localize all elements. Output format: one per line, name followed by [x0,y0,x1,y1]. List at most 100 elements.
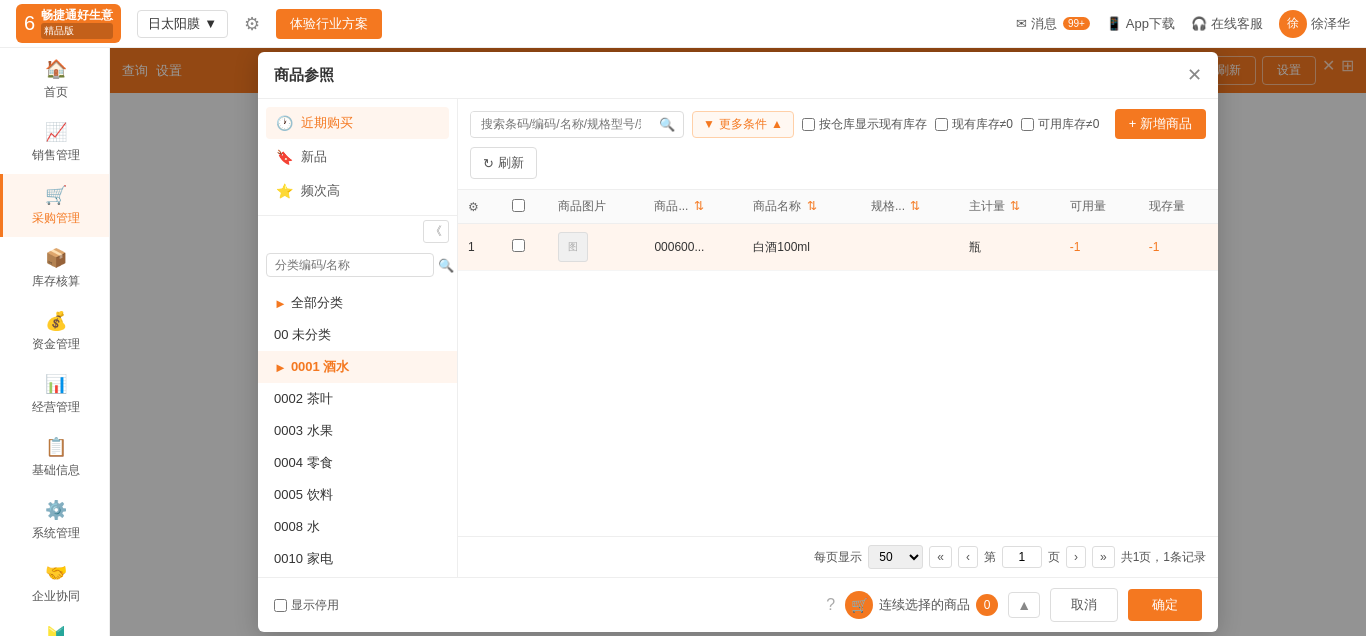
basic-icon: 📋 [45,436,67,458]
warehouse-filter[interactable]: 按仓库显示现有库存 [802,116,927,133]
stock-checkbox[interactable] [935,118,948,131]
sidebar-item-guide[interactable]: 🔰 新手引导 [0,615,109,636]
col-unit-label: 主计量 [969,199,1005,213]
table-settings-icon[interactable]: ⚙ [468,200,479,214]
trial-button[interactable]: 体验行业方案 [276,9,382,39]
sidebar-item-operations[interactable]: 📊 经营管理 [0,363,109,426]
category-0004[interactable]: 0004 零食 [258,447,457,479]
collapse-button[interactable]: 《 [423,220,449,243]
filter-arrow: ▲ [771,117,783,131]
confirm-button[interactable]: 确定 [1128,589,1202,621]
home-icon: 🏠 [45,58,67,80]
prev-page-button[interactable]: ‹ [958,546,978,568]
col-code-label: 商品... [654,199,688,213]
category-name-0005: 0005 饮料 [274,486,333,504]
store-selector[interactable]: 日太阳膜 ▼ [137,10,228,38]
sidebar-label-sales: 销售管理 [32,147,80,164]
page-number-input[interactable] [1002,546,1042,568]
first-page-button[interactable]: « [929,546,952,568]
store-name: 日太阳膜 [148,15,200,33]
cell-name: 白酒100ml [743,224,861,271]
guide-icon: 🔰 [45,625,67,636]
tab-recent-purchase[interactable]: 🕐 近期购买 [266,107,449,139]
stock-filter[interactable]: 现有库存≠0 [935,116,1013,133]
cell-checkbox[interactable] [502,224,549,271]
sidebar-item-collab[interactable]: 🤝 企业协同 [0,552,109,615]
tab-frequent[interactable]: ⭐ 频次高 [266,175,449,207]
sidebar-item-purchase[interactable]: 🛒 采购管理 [0,174,109,237]
sidebar-item-home[interactable]: 🏠 首页 [0,48,109,111]
category-00[interactable]: 00 未分类 [258,319,457,351]
show-disabled-checkbox[interactable] [274,599,287,612]
nav-service[interactable]: 🎧 在线客服 [1191,15,1263,33]
modal-title: 商品参照 [274,66,334,85]
category-name-0004: 0004 零食 [274,454,333,472]
table-row[interactable]: 1 图 000600... 白酒100ml [458,224,1218,271]
top-nav: 6 畅捷通好生意 精品版 日太阳膜 ▼ ⚙ 体验行业方案 ✉ 消息 99+ 📱 … [0,0,1366,48]
sidebar-item-inventory[interactable]: 📦 库存核算 [0,237,109,300]
warehouse-checkbox[interactable] [802,118,815,131]
page-size-select[interactable]: 10 20 50 100 [868,545,923,569]
category-all[interactable]: ► 全部分类 [258,287,457,319]
category-0010[interactable]: 0010 家电 [258,543,457,569]
logo-text: 畅捷通好生意 [41,8,113,22]
more-filter-button[interactable]: ▼ 更多条件 ▲ [692,111,794,138]
modal-header: 商品参照 ✕ [258,52,1218,99]
category-0005[interactable]: 0005 饮料 [258,479,457,511]
cancel-button[interactable]: 取消 [1050,588,1118,622]
cart-icon[interactable]: 🛒 [845,591,873,619]
sidebar-item-basic[interactable]: 📋 基础信息 [0,426,109,489]
show-disabled-option[interactable]: 显示停用 [274,597,339,614]
sidebar-label-operations: 经营管理 [32,399,80,416]
available-checkbox[interactable] [1021,118,1034,131]
logo-badge: 精品版 [41,23,113,39]
toolbar: 🔍 ▼ 更多条件 ▲ 按仓库显示现有库存 [458,99,1218,190]
col-spec[interactable]: 规格... ⇅ [861,190,959,224]
col-available: 可用量 [1060,190,1139,224]
purchase-icon: 🛒 [45,184,67,206]
refresh-button[interactable]: ↻ 刷新 [470,147,537,179]
category-0008[interactable]: 0008 水 [258,511,457,543]
col-name[interactable]: 商品名称 ⇅ [743,190,861,224]
help-icon[interactable]: ? [826,596,835,614]
settings-button[interactable]: ⚙ [236,8,268,40]
col-stock-label: 现存量 [1149,199,1185,213]
sidebar-label-basic: 基础信息 [32,462,80,479]
category-search-icon[interactable]: 🔍 [438,258,454,273]
modal-close-button[interactable]: ✕ [1187,64,1202,86]
next-page-button[interactable]: › [1066,546,1086,568]
category-0003[interactable]: 0003 水果 [258,415,457,447]
content-area: 查询 设置 查询 刷新 设置 ✕ ⊞ 商品参照 ✕ [110,48,1366,636]
cart-label: 连续选择的商品 [879,596,970,614]
sidebar-item-system[interactable]: ⚙️ 系统管理 [0,489,109,552]
user-menu[interactable]: 徐 徐泽华 [1279,10,1350,38]
sidebar-label-inventory: 库存核算 [32,273,80,290]
filter-label: 更多条件 [719,116,767,133]
page-suffix: 页 [1048,549,1060,566]
page-size-label: 每页显示 [814,549,862,566]
col-spec-label: 规格... [871,199,905,213]
nav-message[interactable]: ✉ 消息 99+ [1016,15,1090,33]
select-all-checkbox[interactable] [512,199,525,212]
sidebar-item-sales[interactable]: 📈 销售管理 [0,111,109,174]
row-checkbox[interactable] [512,239,525,252]
left-panel: 🕐 近期购买 🔖 新品 ⭐ 频次高 [258,99,458,577]
category-search-input[interactable] [266,253,434,277]
sidebar-item-finance[interactable]: 💰 资金管理 [0,300,109,363]
col-code[interactable]: 商品... ⇅ [644,190,743,224]
nav-app-download[interactable]: 📱 App下载 [1106,15,1175,33]
tab-new-product[interactable]: 🔖 新品 [266,141,449,173]
add-product-button[interactable]: + 新增商品 [1115,109,1206,139]
available-filter[interactable]: 可用库存≠0 [1021,116,1099,133]
main-layout: 🏠 首页 📈 销售管理 🛒 采购管理 📦 库存核算 💰 资金管理 📊 经营管理 … [0,48,1366,636]
col-unit[interactable]: 主计量 ⇅ [959,190,1060,224]
search-icon[interactable]: 🔍 [651,112,683,137]
search-input[interactable] [471,112,651,136]
category-0002[interactable]: 0002 茶叶 [258,383,457,415]
category-0001[interactable]: ► 0001 酒水 [258,351,457,383]
collapse-footer-button[interactable]: ▲ [1008,592,1040,618]
last-page-button[interactable]: » [1092,546,1115,568]
page-label: 第 [984,549,996,566]
filter-icon: ▼ [703,117,715,131]
col-name-label: 商品名称 [753,199,801,213]
